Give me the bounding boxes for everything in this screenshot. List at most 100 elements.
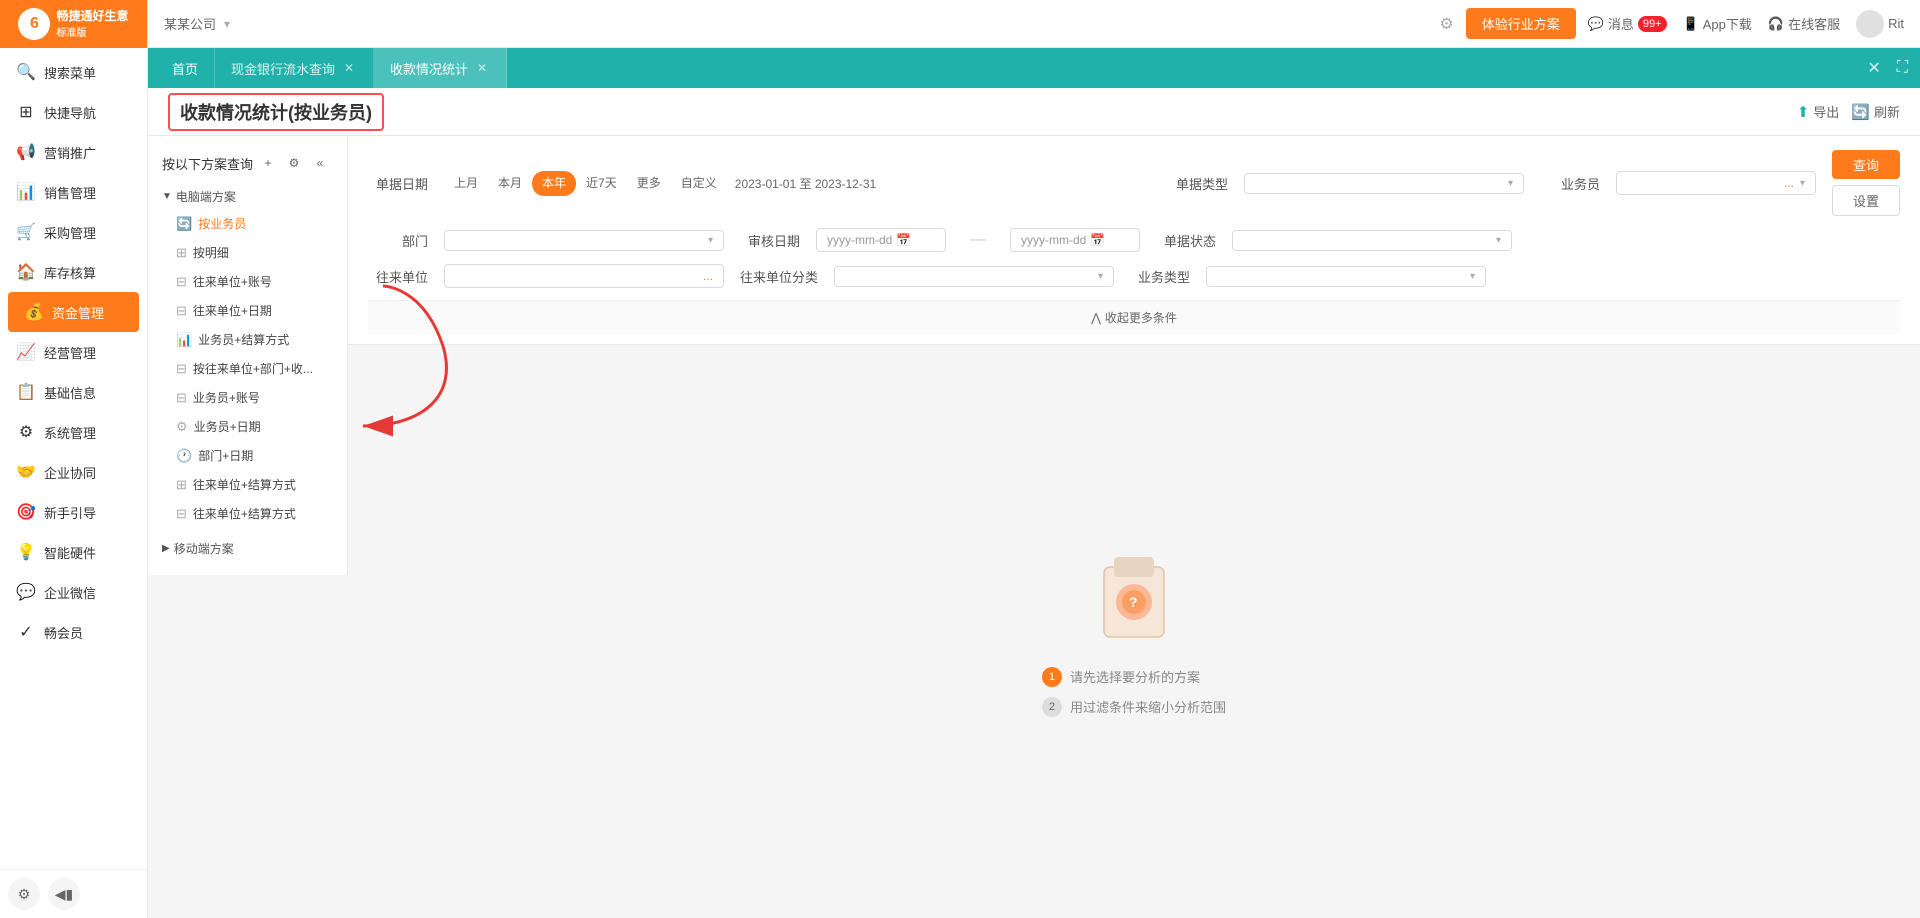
sidebar-item-guide[interactable]: 🎯 新手引导 xyxy=(0,492,147,532)
sidebar-item-wechat[interactable]: 💬 企业微信 xyxy=(0,572,147,612)
settings-footer-btn[interactable]: ⚙ xyxy=(8,878,40,910)
scheme-setting-btn[interactable]: ⚙ xyxy=(283,152,305,174)
trial-button[interactable]: 体验行业方案 xyxy=(1466,8,1576,39)
breadcrumb-area: 某某公司 ▾ xyxy=(164,14,1427,33)
sidebar-item-basic[interactable]: 📋 基础信息 xyxy=(0,372,147,412)
tab-bank-flow[interactable]: 现金银行流水查询 ✕ xyxy=(215,48,374,88)
scheme-item-salesman-settle[interactable]: 📊 业务员+结算方式 xyxy=(148,325,347,354)
scheme-item-icon-ss: 📊 xyxy=(176,332,192,348)
salesman-arrow-icon: ▾ xyxy=(1800,178,1805,189)
tab-bank-flow-close[interactable]: ✕ xyxy=(341,60,357,76)
grid-icon: ⊞ xyxy=(16,102,36,122)
app-download-btn[interactable]: 📱 App下载 xyxy=(1683,14,1752,33)
business-type-select[interactable]: ▾ xyxy=(1206,266,1486,287)
scheme-panel: 按以下方案查询 + ⚙ « ▼ 电脑端方案 🔄 按业务员 xyxy=(148,136,348,575)
scheme-item-by-salesman[interactable]: 🔄 按业务员 xyxy=(148,209,347,238)
desktop-section-header[interactable]: ▼ 电脑端方案 xyxy=(148,184,347,209)
sidebar-item-smart-hw[interactable]: 💡 智能硬件 xyxy=(0,532,147,572)
empty-tip-1: 1 请先选择要分析的方案 xyxy=(1042,667,1226,687)
scheme-item-label: 按往来单位+部门+收... xyxy=(193,360,313,377)
date-btn-7days[interactable]: 近7天 xyxy=(576,170,627,197)
user-avatar[interactable]: Rit xyxy=(1856,10,1904,38)
date-btn-custom[interactable]: 自定义 xyxy=(671,170,727,197)
scheme-item-by-detail[interactable]: ⊞ 按明细 xyxy=(148,238,347,267)
scheme-item-salesman-account[interactable]: ⊟ 业务员+账号 xyxy=(148,383,347,412)
date-btn-this-year[interactable]: 本年 xyxy=(532,171,576,196)
doc-status-select[interactable]: ▾ xyxy=(1232,230,1512,251)
scheme-add-btn[interactable]: + xyxy=(257,152,279,174)
mobile-section-header[interactable]: ▶ 移动端方案 xyxy=(148,536,347,561)
collection-stats-tab-label: 收款情况统计 xyxy=(390,59,468,78)
scheme-item-icon-dd: 🕐 xyxy=(176,448,192,464)
messages-btn[interactable]: 💬 消息 99+ xyxy=(1588,14,1667,33)
scheme-item-label: 业务员+结算方式 xyxy=(198,331,289,348)
home-tab-label: 首页 xyxy=(172,59,198,78)
dept-select[interactable]: ▾ xyxy=(444,230,724,251)
scheme-item-partner-settle2[interactable]: ⊟ 往来单位+结算方式 xyxy=(148,499,347,528)
partner-more-btn[interactable]: ... xyxy=(703,269,713,283)
sidebar-item-enterprise[interactable]: 🤝 企业协同 xyxy=(0,452,147,492)
empty-tip-2: 2 用过滤条件来缩小分析范围 xyxy=(1042,697,1226,717)
query-button[interactable]: 查询 xyxy=(1832,150,1900,179)
date-btn-this-month[interactable]: 本月 xyxy=(488,170,532,197)
sidebar-item-label: 智能硬件 xyxy=(44,543,96,562)
sidebar-item-search[interactable]: 🔍 搜索菜单 xyxy=(0,52,147,92)
sidebar-item-inventory[interactable]: 🏠 库存核算 xyxy=(0,252,147,292)
sidebar-item-quick-nav[interactable]: ⊞ 快捷导航 xyxy=(0,92,147,132)
date-btn-last-month[interactable]: 上月 xyxy=(444,170,488,197)
filter-row-3: 往来单位 ... 往来单位分类 ▾ 业务类型 ▾ xyxy=(368,264,1900,288)
scheme-item-label: 往来单位+结算方式 xyxy=(193,505,296,522)
scheme-item-salesman-date[interactable]: ⚙ 业务员+日期 xyxy=(148,412,347,441)
sidebar-item-label: 搜索菜单 xyxy=(44,63,96,82)
partner-select[interactable]: ... xyxy=(444,264,724,288)
doc-type-select[interactable]: ▾ xyxy=(1244,173,1524,194)
date-group: 上月 本月 本年 近7天 更多 自定义 2023-01-01 至 2023-12… xyxy=(444,170,876,197)
sidebar-item-purchase[interactable]: 🛒 采购管理 xyxy=(0,212,147,252)
scheme-collapse-btn[interactable]: « xyxy=(309,152,331,174)
tip-text-2: 用过滤条件来缩小分析范围 xyxy=(1070,697,1226,716)
scheme-item-partner-account[interactable]: ⊟ 往来单位+账号 xyxy=(148,267,347,296)
user-name: Rit xyxy=(1888,16,1904,31)
tab-close-all-btn[interactable]: ✕ xyxy=(1863,54,1884,82)
sidebar-item-marketing[interactable]: 📢 营销推广 xyxy=(0,132,147,172)
salesman-more-btn[interactable]: ... xyxy=(1784,176,1794,190)
date-filter-label: 单据日期 xyxy=(368,174,428,193)
right-panel: 单据日期 上月 本月 本年 近7天 更多 自定义 2023-01-01 至 20… xyxy=(348,136,1920,918)
tab-home[interactable]: 首页 xyxy=(156,48,215,88)
audit-date-filter-label: 审核日期 xyxy=(740,231,800,250)
tab-collection-stats[interactable]: 收款情况统计 ✕ xyxy=(374,48,507,88)
gear-settings-icon[interactable]: ⚙ xyxy=(1439,14,1453,34)
audit-date-end-picker[interactable]: yyyy-mm-dd 📅 xyxy=(1010,228,1140,252)
refresh-btn[interactable]: 🔄 刷新 xyxy=(1851,102,1900,121)
sidebar-item-member[interactable]: ✓ 畅会员 xyxy=(0,612,147,652)
tab-bar: 首页 现金银行流水查询 ✕ 收款情况统计 ✕ ✕ ⛶ xyxy=(148,48,1920,88)
scheme-item-partner-date[interactable]: ⊟ 往来单位+日期 xyxy=(148,296,347,325)
operation-icon: 📈 xyxy=(16,342,36,362)
scheme-item-label: 业务员+账号 xyxy=(193,389,260,406)
salesman-select[interactable]: ... ▾ xyxy=(1616,171,1816,195)
tab-fullscreen-btn[interactable]: ⛶ xyxy=(1893,55,1912,81)
tab-collection-stats-close[interactable]: ✕ xyxy=(474,60,490,76)
scheme-item-dept-date[interactable]: 🕐 部门+日期 xyxy=(148,441,347,470)
sidebar-item-label: 新手引导 xyxy=(44,503,96,522)
sidebar-item-operation[interactable]: 📈 经营管理 xyxy=(0,332,147,372)
partner-category-select[interactable]: ▾ xyxy=(834,266,1114,287)
breadcrumb-dropdown-icon[interactable]: ▾ xyxy=(224,17,230,31)
online-service-label: 在线客服 xyxy=(1788,14,1840,33)
sidebar-item-system[interactable]: ⚙ 系统管理 xyxy=(0,412,147,452)
purchase-icon: 🛒 xyxy=(16,222,36,242)
sidebar-item-finance[interactable]: 💰 资金管理 xyxy=(8,292,139,332)
collapse-more-conditions-btn[interactable]: ⋀ 收起更多条件 xyxy=(368,300,1900,334)
scheme-item-partner-settle1[interactable]: ⊞ 往来单位+结算方式 xyxy=(148,470,347,499)
setting-button[interactable]: 设置 xyxy=(1832,185,1900,216)
download-icon: 📱 xyxy=(1683,16,1699,32)
audit-date-start-picker[interactable]: yyyy-mm-dd 📅 xyxy=(816,228,946,252)
date-btn-more[interactable]: 更多 xyxy=(627,170,671,197)
scheme-item-partner-dept[interactable]: ⊟ 按往来单位+部门+收... xyxy=(148,354,347,383)
export-btn[interactable]: ⬆ 导出 xyxy=(1797,102,1840,121)
sidebar-item-sales[interactable]: 📊 销售管理 xyxy=(0,172,147,212)
refresh-label: 刷新 xyxy=(1874,102,1900,121)
scheme-item-label: 往来单位+账号 xyxy=(193,273,272,290)
online-service-btn[interactable]: 🎧 在线客服 xyxy=(1768,14,1840,33)
collapse-sidebar-btn[interactable]: ◀▮ xyxy=(48,878,80,910)
